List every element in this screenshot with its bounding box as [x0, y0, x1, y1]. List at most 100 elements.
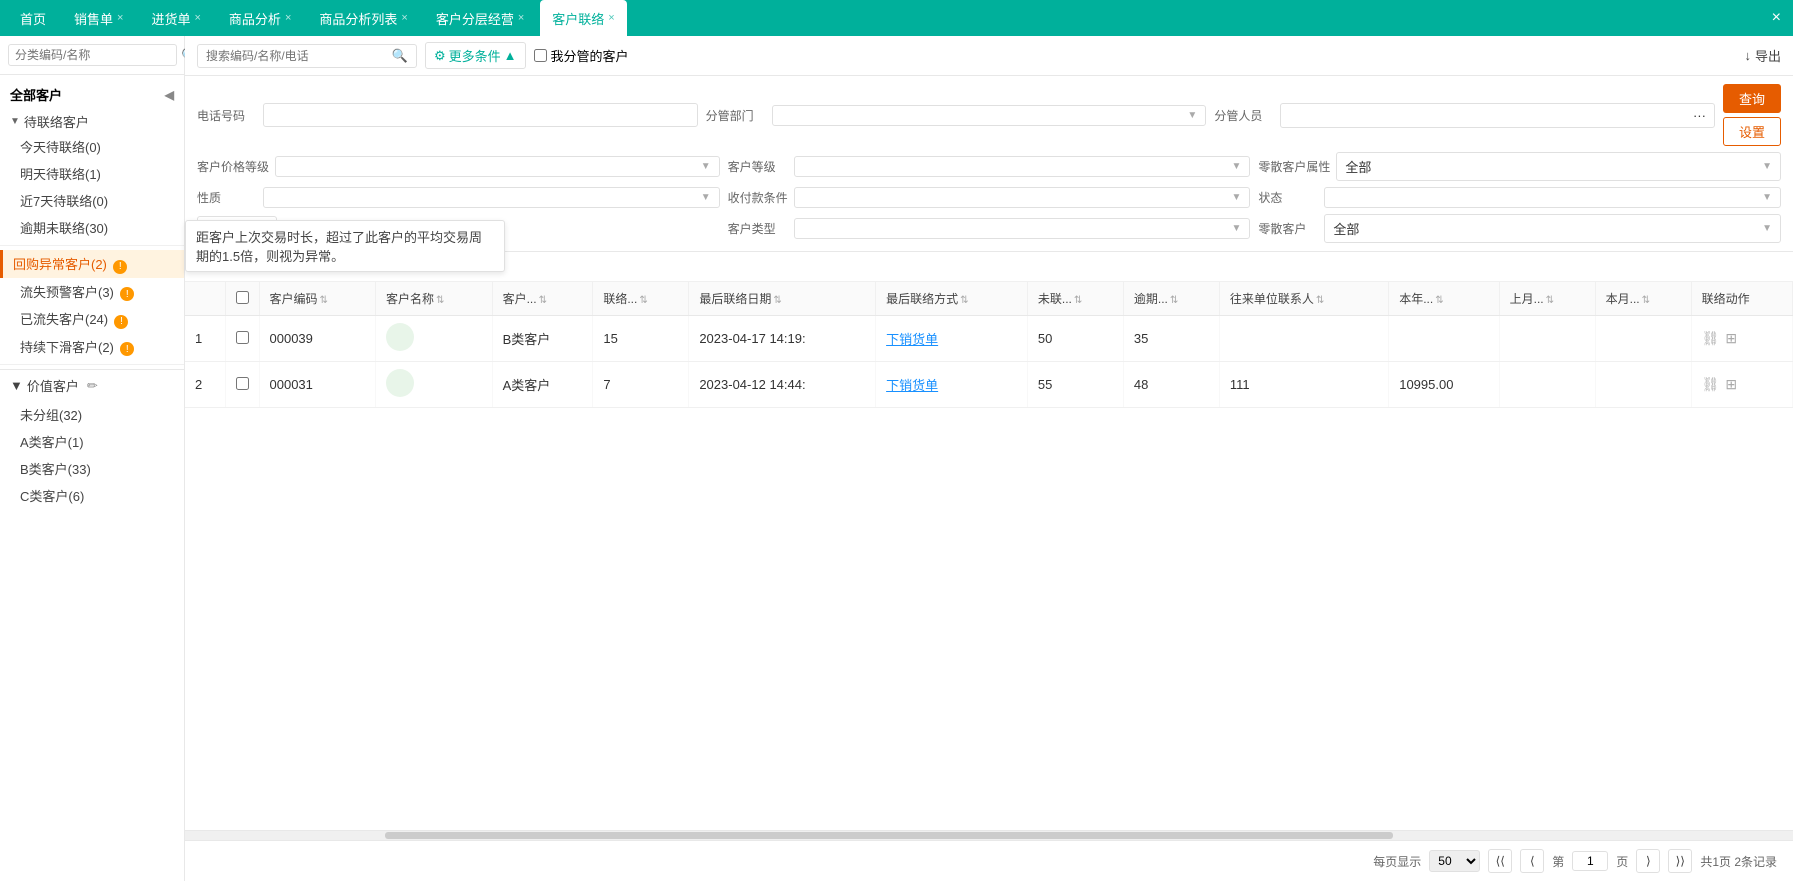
- filter-field-retail: 零散客户 全部 ▼: [1258, 214, 1781, 243]
- nav-tab-contact-close[interactable]: ×: [608, 12, 614, 24]
- nav-tab-crm-close[interactable]: ×: [518, 12, 524, 24]
- sidebar-item-abnormal[interactable]: 回购异常客户(2) !: [0, 250, 184, 278]
- link-icon[interactable]: ⛓: [1702, 330, 1720, 347]
- first-page-button[interactable]: ⟨⟨: [1488, 849, 1512, 873]
- sidebar-item-c-class[interactable]: C类客户(6): [0, 482, 184, 509]
- query-button[interactable]: 查询: [1723, 84, 1781, 113]
- row-checkbox[interactable]: [225, 362, 259, 408]
- sidebar-item-ungrouped[interactable]: 未分组(32): [0, 401, 184, 428]
- ellipsis-icon: ···: [1693, 108, 1706, 123]
- nav-tab-analysis[interactable]: 商品分析 ×: [217, 0, 303, 36]
- col-last-date[interactable]: 最后联络日期⇅: [689, 282, 876, 316]
- col-this-month[interactable]: 本月...⇅: [1595, 282, 1691, 316]
- nav-tab-purchase[interactable]: 进货单 ×: [139, 0, 212, 36]
- sidebar-item-today[interactable]: 今天待联络(0): [0, 133, 184, 160]
- page-size-select[interactable]: 50 20 100: [1429, 850, 1480, 872]
- filter-price-select[interactable]: ▼: [275, 156, 720, 177]
- page-number-input[interactable]: [1572, 851, 1608, 871]
- filter-price-label: 客户价格等级: [197, 158, 269, 175]
- last-method-link[interactable]: 下销货单: [886, 332, 938, 347]
- col-name[interactable]: 客户名称⇅: [376, 282, 493, 316]
- row-last-method[interactable]: 下销货单: [876, 316, 1028, 362]
- col-action: 联络动作: [1691, 282, 1792, 316]
- grid-icon[interactable]: ⊞: [1725, 330, 1737, 347]
- row-checkbox[interactable]: [225, 316, 259, 362]
- col-last-method[interactable]: 最后联络方式⇅: [876, 282, 1028, 316]
- all-customers-title[interactable]: 全部客户 ◀: [0, 81, 184, 108]
- main-layout: 🔍 全部客户 ◀ ▼ 待联络客户 今天待联络(0) 明天待联络(1) 近7天待联…: [0, 36, 1793, 881]
- row-check[interactable]: [236, 331, 249, 344]
- grid-icon[interactable]: ⊞: [1725, 376, 1737, 393]
- col-last-month[interactable]: 上月...⇅: [1499, 282, 1595, 316]
- sidebar-item-7days[interactable]: 近7天待联络(0): [0, 187, 184, 214]
- filter-more-button[interactable]: ⚙ 更多条件 ▲: [425, 42, 526, 69]
- sidebar-value-customers[interactable]: ▼ 价值客户 ✏: [0, 369, 184, 401]
- row-last-month: [1499, 316, 1595, 362]
- row-last-method[interactable]: 下销货单: [876, 362, 1028, 408]
- col-contacts[interactable]: 往来单位联系人⇅: [1219, 282, 1388, 316]
- scrollbar-thumb[interactable]: [385, 832, 1393, 839]
- link-icon[interactable]: ⛓: [1702, 376, 1720, 393]
- col-uncontacted[interactable]: 未联...⇅: [1027, 282, 1123, 316]
- horizontal-scrollbar[interactable]: [185, 830, 1793, 840]
- settings-button[interactable]: 设置: [1723, 117, 1781, 146]
- filter-retail-attr-select[interactable]: 全部 ▼: [1336, 152, 1781, 181]
- sidebar-group-pending[interactable]: ▼ 待联络客户: [0, 108, 184, 133]
- export-button[interactable]: ↓ 导出: [1744, 46, 1781, 65]
- prev-page-button[interactable]: ⟨: [1520, 849, 1544, 873]
- nav-tab-crm[interactable]: 客户分层经营 ×: [424, 0, 536, 36]
- filter-search-icon[interactable]: 🔍: [392, 48, 408, 64]
- col-code[interactable]: 客户编码⇅: [259, 282, 376, 316]
- sidebar-item-overdue[interactable]: 逾期未联络(30): [0, 214, 184, 241]
- sidebar-item-a-class[interactable]: A类客户(1): [0, 428, 184, 455]
- nav-tab-purchase-close[interactable]: ×: [194, 12, 200, 24]
- filter-status-select[interactable]: ▼: [1324, 187, 1781, 208]
- filter-cust-select[interactable]: ▼: [794, 156, 1251, 177]
- nav-tab-analysis-list[interactable]: 商品分析列表 ×: [307, 0, 419, 36]
- my-customers-checkbox[interactable]: 我分管的客户: [534, 46, 629, 65]
- sidebar-item-tomorrow[interactable]: 明天待联络(1): [0, 160, 184, 187]
- filter-payment-select[interactable]: ▼: [794, 187, 1251, 208]
- filter-retail-label: 零散客户: [1258, 220, 1318, 237]
- sidebar-search-input[interactable]: [8, 44, 177, 66]
- edit-icon[interactable]: ✏: [87, 378, 98, 394]
- filter-search-input[interactable]: [206, 49, 388, 63]
- select-all-checkbox[interactable]: [236, 291, 249, 304]
- table-scroll[interactable]: 客户编码⇅ 客户名称⇅ 客户...⇅ 联络...⇅ 最后联络日期⇅ 最后联络方式…: [185, 282, 1793, 830]
- filter-cust-type-select[interactable]: ▼: [794, 218, 1251, 239]
- col-this-year[interactable]: 本年...⇅: [1389, 282, 1499, 316]
- next-page-button[interactable]: ⟩: [1636, 849, 1660, 873]
- sidebar-item-declining[interactable]: 持续下滑客户(2) !: [0, 333, 184, 361]
- col-type[interactable]: 客户...⇅: [492, 282, 593, 316]
- row-code: 000031: [259, 362, 376, 408]
- nav-tab-contact[interactable]: 客户联络 ×: [540, 0, 626, 36]
- filter-dept-select[interactable]: ▼: [772, 105, 1207, 126]
- nav-tab-analysis-close[interactable]: ×: [285, 12, 291, 24]
- warning-icon-abnormal: !: [113, 260, 127, 274]
- sidebar-item-warning[interactable]: 流失预警客户(3) !: [0, 278, 184, 306]
- filter-icon: ⚙: [434, 48, 446, 64]
- col-contact-count[interactable]: 联络...⇅: [593, 282, 689, 316]
- sidebar-item-b-class[interactable]: B类客户(33): [0, 455, 184, 482]
- nav-tab-sales[interactable]: 销售单 ×: [62, 0, 135, 36]
- filter-nature-select[interactable]: ▼: [263, 187, 720, 208]
- row-this-year: [1389, 316, 1499, 362]
- table-row: 1 000039 B类客户 15 2023-04-17 14:19: 下销货单 …: [185, 316, 1793, 362]
- my-customers-check[interactable]: [534, 49, 547, 62]
- sidebar-divider: [0, 245, 184, 246]
- filter-row-1: 电话号码 分管部门 ▼ 分管人员 ···: [197, 84, 1781, 146]
- nav-tab-analysis-list-close[interactable]: ×: [401, 12, 407, 24]
- row-this-month: [1595, 316, 1691, 362]
- row-check[interactable]: [236, 377, 249, 390]
- sidebar-item-lost[interactable]: 已流失客户(24) !: [0, 305, 184, 333]
- filter-person-select[interactable]: ···: [1280, 103, 1715, 128]
- last-page-button[interactable]: ⟩⟩: [1668, 849, 1692, 873]
- close-all-button[interactable]: ×: [1772, 9, 1781, 27]
- last-method-link[interactable]: 下销货单: [886, 378, 938, 393]
- row-overdue: 48: [1123, 362, 1219, 408]
- nav-tab-home[interactable]: 首页: [8, 0, 58, 36]
- filter-retail-select[interactable]: 全部 ▼: [1324, 214, 1781, 243]
- col-overdue[interactable]: 逾期...⇅: [1123, 282, 1219, 316]
- filter-phone-input[interactable]: [263, 103, 698, 127]
- nav-tab-sales-close[interactable]: ×: [117, 12, 123, 24]
